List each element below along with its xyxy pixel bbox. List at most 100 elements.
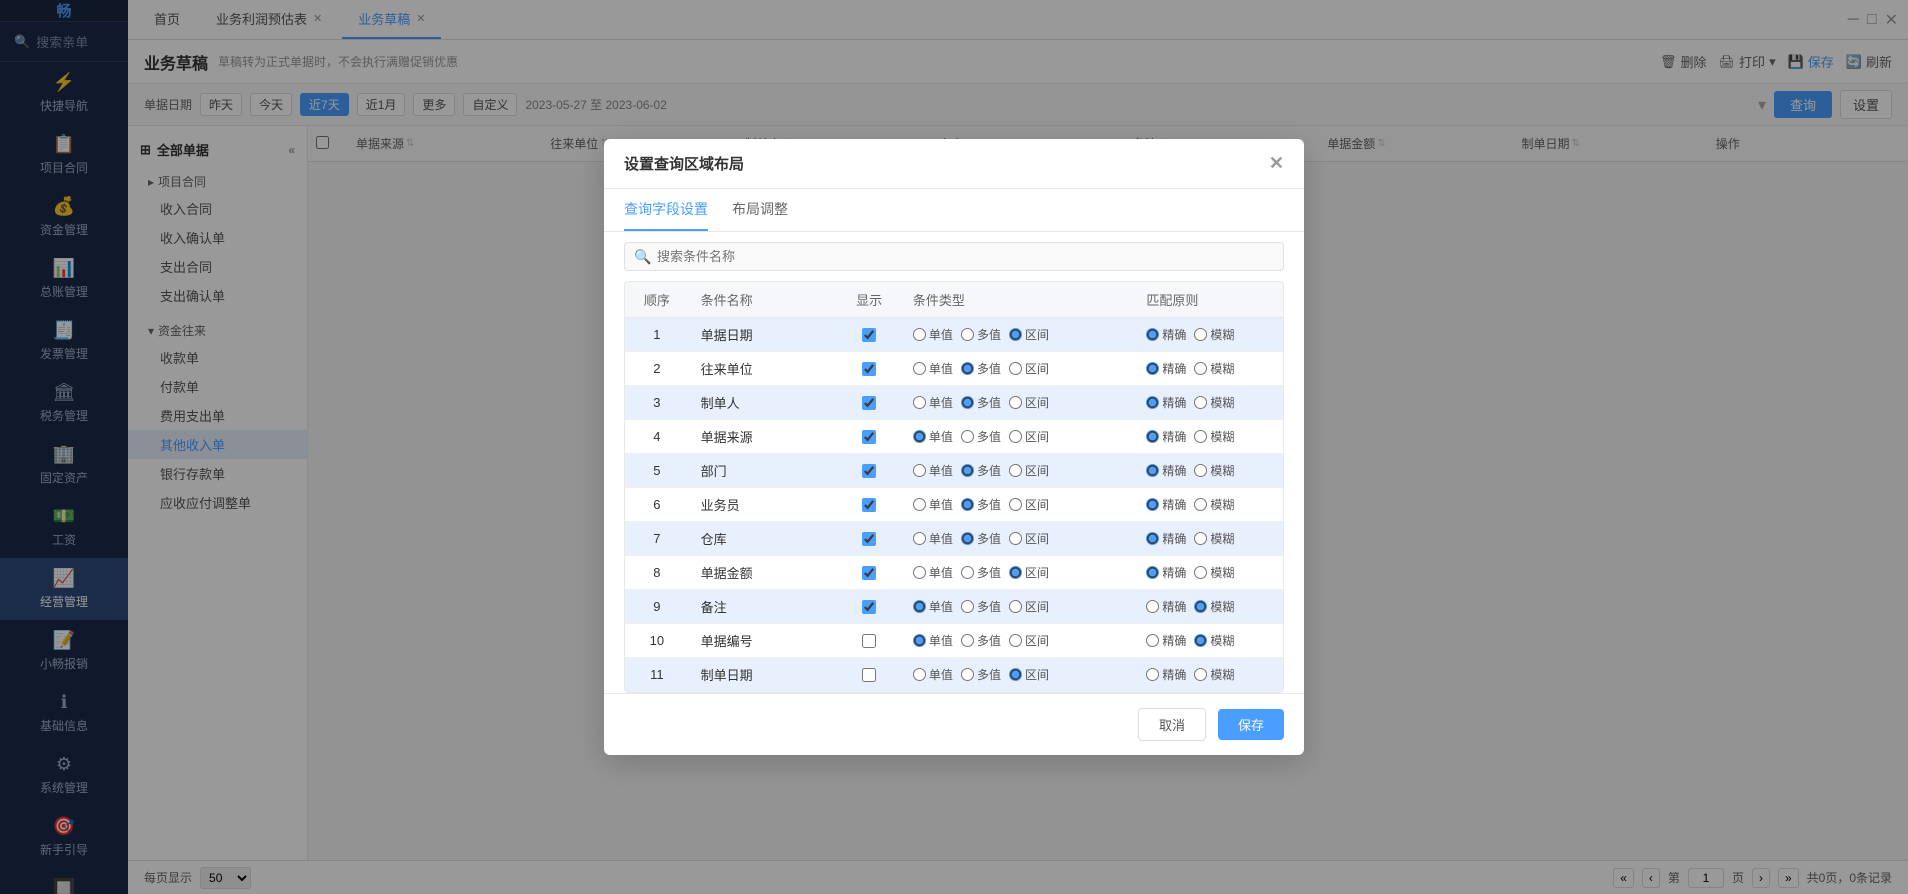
cell-match: 精确模糊 <box>1134 352 1283 386</box>
cancel-button[interactable]: 取消 <box>1138 708 1206 741</box>
modal-overlay[interactable]: 设置查询区域布局 ✕ 查询字段设置 布局调整 🔍 顺序 条件名称 <box>0 0 1908 894</box>
radio-type-multi[interactable]: 多值 <box>961 462 1001 479</box>
radio-type-range[interactable]: 区间 <box>1009 394 1049 411</box>
show-checkbox[interactable] <box>862 634 876 648</box>
table-row: 4单据来源单值多值区间精确模糊 <box>625 420 1283 454</box>
modal-search-input[interactable] <box>624 242 1284 271</box>
radio-type-single[interactable]: 单值 <box>913 462 953 479</box>
col-match: 匹配原则 <box>1134 282 1283 318</box>
show-checkbox[interactable] <box>862 396 876 410</box>
radio-type-single[interactable]: 单值 <box>913 530 953 547</box>
radio-type-single[interactable]: 单值 <box>913 564 953 581</box>
radio-match-exact[interactable]: 精确 <box>1146 360 1186 377</box>
radio-type-single[interactable]: 单值 <box>913 428 953 445</box>
radio-type-multi[interactable]: 多值 <box>961 564 1001 581</box>
radio-match-fuzzy[interactable]: 模糊 <box>1194 462 1234 479</box>
radio-type-range[interactable]: 区间 <box>1009 428 1049 445</box>
radio-type-range[interactable]: 区间 <box>1009 462 1049 479</box>
radio-match-fuzzy[interactable]: 模糊 <box>1194 632 1234 649</box>
table-row: 10单据编号单值多值区间精确模糊 <box>625 624 1283 658</box>
modal-save-button[interactable]: 保存 <box>1218 709 1284 740</box>
show-checkbox[interactable] <box>862 362 876 376</box>
radio-type-multi[interactable]: 多值 <box>961 360 1001 377</box>
radio-type-single[interactable]: 单值 <box>913 394 953 411</box>
cell-type: 单值多值区间 <box>901 318 1134 352</box>
show-checkbox[interactable] <box>862 328 876 342</box>
radio-match-exact[interactable]: 精确 <box>1146 394 1186 411</box>
cell-show <box>837 488 901 522</box>
radio-match-exact[interactable]: 精确 <box>1146 598 1186 615</box>
radio-type-single[interactable]: 单值 <box>913 598 953 615</box>
radio-match-fuzzy[interactable]: 模糊 <box>1194 394 1234 411</box>
radio-type-single[interactable]: 单值 <box>913 360 953 377</box>
radio-type-single[interactable]: 单值 <box>913 666 953 683</box>
cell-show <box>837 386 901 420</box>
cell-name: 业务员 <box>689 488 838 522</box>
show-checkbox[interactable] <box>862 430 876 444</box>
cell-type: 单值多值区间 <box>901 454 1134 488</box>
radio-type-multi[interactable]: 多值 <box>961 666 1001 683</box>
radio-match-fuzzy[interactable]: 模糊 <box>1194 496 1234 513</box>
cell-order: 4 <box>625 420 689 454</box>
radio-type-range[interactable]: 区间 <box>1009 326 1049 343</box>
show-checkbox[interactable] <box>862 668 876 682</box>
radio-type-single[interactable]: 单值 <box>913 496 953 513</box>
radio-type-range[interactable]: 区间 <box>1009 632 1049 649</box>
radio-match-fuzzy[interactable]: 模糊 <box>1194 428 1234 445</box>
radio-type-multi[interactable]: 多值 <box>961 598 1001 615</box>
modal-table: 顺序 条件名称 显示 条件类型 匹配原则 1单据日期单值多值区间精确模糊2往来单… <box>624 281 1284 693</box>
radio-match-exact[interactable]: 精确 <box>1146 564 1186 581</box>
radio-type-single[interactable]: 单值 <box>913 326 953 343</box>
modal-close-button[interactable]: ✕ <box>1269 153 1284 174</box>
radio-type-range[interactable]: 区间 <box>1009 496 1049 513</box>
table-head: 顺序 条件名称 显示 条件类型 匹配原则 <box>625 282 1283 318</box>
radio-match-exact[interactable]: 精确 <box>1146 530 1186 547</box>
cell-match: 精确模糊 <box>1134 318 1283 352</box>
radio-type-multi[interactable]: 多值 <box>961 326 1001 343</box>
cell-type: 单值多值区间 <box>901 658 1134 692</box>
cell-name: 单据金额 <box>689 556 838 590</box>
radio-match-exact[interactable]: 精确 <box>1146 462 1186 479</box>
radio-match-fuzzy[interactable]: 模糊 <box>1194 666 1234 683</box>
radio-match-exact[interactable]: 精确 <box>1146 666 1186 683</box>
show-checkbox[interactable] <box>862 532 876 546</box>
show-checkbox[interactable] <box>862 464 876 478</box>
show-checkbox[interactable] <box>862 498 876 512</box>
table-row: 6业务员单值多值区间精确模糊 <box>625 488 1283 522</box>
radio-type-range[interactable]: 区间 <box>1009 564 1049 581</box>
modal-tab-query[interactable]: 查询字段设置 <box>624 189 708 231</box>
cell-name: 仓库 <box>689 522 838 556</box>
radio-type-multi[interactable]: 多值 <box>961 530 1001 547</box>
radio-type-range[interactable]: 区间 <box>1009 666 1049 683</box>
show-checkbox[interactable] <box>862 566 876 580</box>
radio-match-fuzzy[interactable]: 模糊 <box>1194 326 1234 343</box>
cell-name: 制单日期 <box>689 658 838 692</box>
radio-match-fuzzy[interactable]: 模糊 <box>1194 564 1234 581</box>
radio-match-fuzzy[interactable]: 模糊 <box>1194 598 1234 615</box>
cell-order: 5 <box>625 454 689 488</box>
radio-type-range[interactable]: 区间 <box>1009 360 1049 377</box>
table-row: 1单据日期单值多值区间精确模糊 <box>625 318 1283 352</box>
cell-match: 精确模糊 <box>1134 556 1283 590</box>
radio-type-multi[interactable]: 多值 <box>961 428 1001 445</box>
radio-match-exact[interactable]: 精确 <box>1146 632 1186 649</box>
radio-type-multi[interactable]: 多值 <box>961 394 1001 411</box>
show-checkbox[interactable] <box>862 600 876 614</box>
radio-type-range[interactable]: 区间 <box>1009 530 1049 547</box>
col-name: 条件名称 <box>689 282 838 318</box>
radio-type-multi[interactable]: 多值 <box>961 632 1001 649</box>
cell-show <box>837 318 901 352</box>
cell-show <box>837 454 901 488</box>
cell-show <box>837 658 901 692</box>
table-row: 2往来单位单值多值区间精确模糊 <box>625 352 1283 386</box>
radio-type-multi[interactable]: 多值 <box>961 496 1001 513</box>
modal-tab-layout[interactable]: 布局调整 <box>732 189 788 231</box>
radio-type-range[interactable]: 区间 <box>1009 598 1049 615</box>
radio-match-fuzzy[interactable]: 模糊 <box>1194 360 1234 377</box>
radio-match-exact[interactable]: 精确 <box>1146 428 1186 445</box>
radio-match-exact[interactable]: 精确 <box>1146 326 1186 343</box>
radio-type-single[interactable]: 单值 <box>913 632 953 649</box>
radio-match-fuzzy[interactable]: 模糊 <box>1194 530 1234 547</box>
table-row: 3制单人单值多值区间精确模糊 <box>625 386 1283 420</box>
radio-match-exact[interactable]: 精确 <box>1146 496 1186 513</box>
